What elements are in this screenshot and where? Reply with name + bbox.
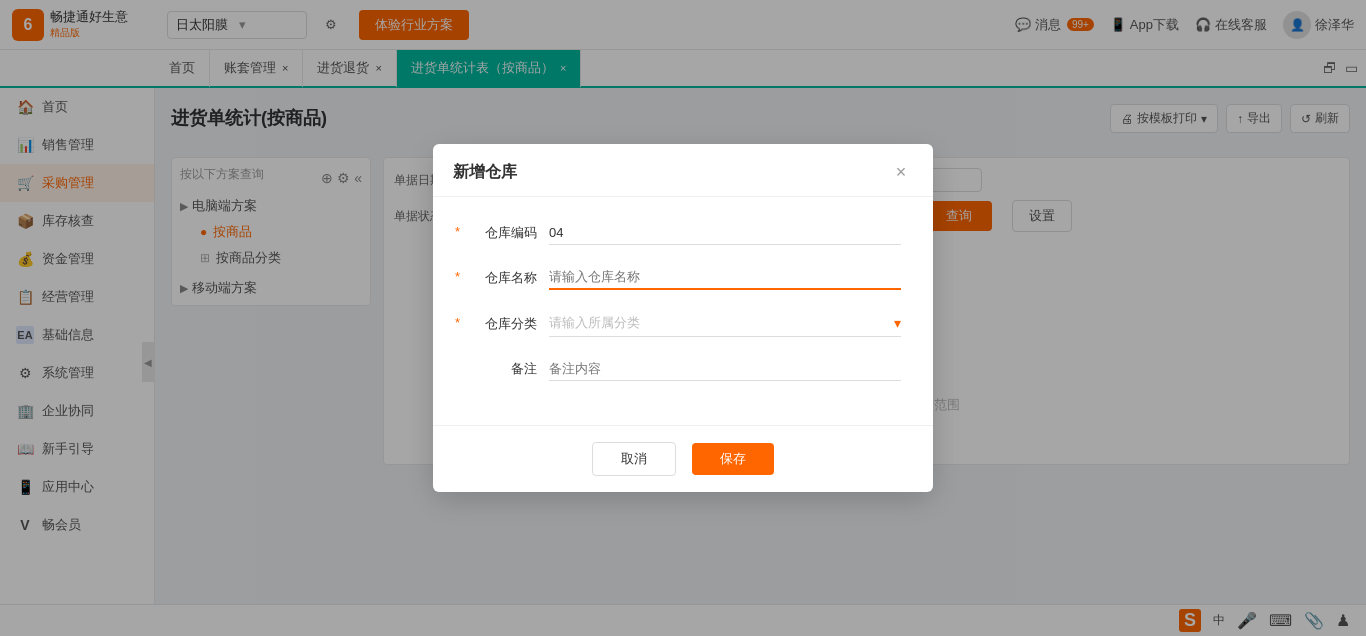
modal-body: 仓库编码 仓库名称 仓库分类 请输入所属分类 ▾ 备注 xyxy=(433,197,933,425)
form-row-category: 仓库分类 请输入所属分类 ▾ xyxy=(465,310,901,337)
remark-label: 备注 xyxy=(465,360,537,378)
modal-footer: 取消 保存 xyxy=(433,425,933,492)
code-input[interactable] xyxy=(549,221,901,245)
form-row-code: 仓库编码 xyxy=(465,221,901,245)
modal-title: 新增仓库 xyxy=(453,162,517,183)
category-placeholder: 请输入所属分类 xyxy=(549,314,640,332)
code-label: 仓库编码 xyxy=(465,224,537,242)
modal-header: 新增仓库 × xyxy=(433,144,933,197)
remark-input[interactable] xyxy=(549,357,901,381)
category-label: 仓库分类 xyxy=(465,315,537,333)
modal-overlay[interactable]: 新增仓库 × 仓库编码 仓库名称 仓库分类 请输入所属分类 ▾ 备注 xyxy=(0,0,1366,636)
category-select[interactable]: 请输入所属分类 ▾ xyxy=(549,310,901,337)
name-input[interactable] xyxy=(549,265,901,290)
cancel-btn[interactable]: 取消 xyxy=(592,442,676,476)
category-arrow: ▾ xyxy=(894,315,901,331)
form-row-remark: 备注 xyxy=(465,357,901,381)
form-row-name: 仓库名称 xyxy=(465,265,901,290)
modal-close-btn[interactable]: × xyxy=(889,160,913,184)
save-btn[interactable]: 保存 xyxy=(692,443,774,475)
name-label: 仓库名称 xyxy=(465,269,537,287)
new-warehouse-modal: 新增仓库 × 仓库编码 仓库名称 仓库分类 请输入所属分类 ▾ 备注 xyxy=(433,144,933,492)
